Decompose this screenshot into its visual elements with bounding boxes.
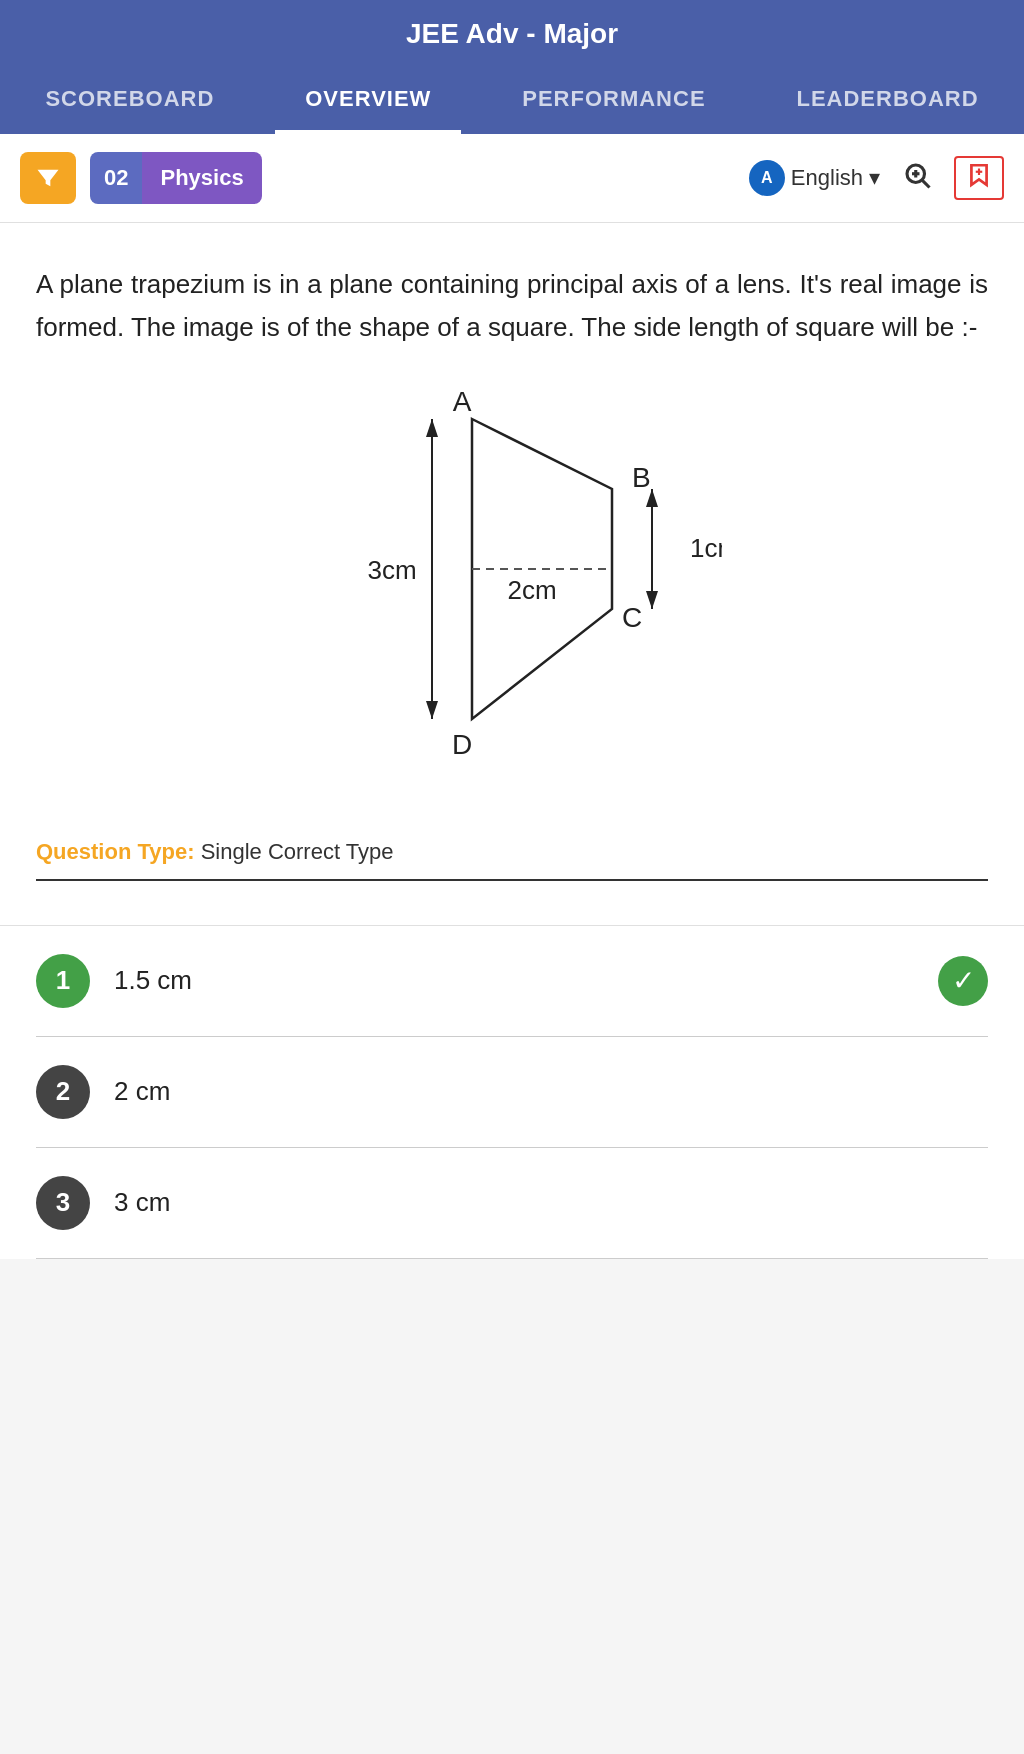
bookmark-icon xyxy=(966,162,992,188)
tab-performance[interactable]: PERFORMANCE xyxy=(492,68,735,134)
subject-number: 02 xyxy=(90,152,142,204)
option-number-3: 3 xyxy=(36,1176,90,1230)
svg-line-1 xyxy=(923,180,930,187)
language-button[interactable]: A English ▾ xyxy=(749,160,880,196)
svg-text:3cm: 3cm xyxy=(367,555,416,585)
tab-overview[interactable]: OVERVIEW xyxy=(275,68,461,134)
zoom-icon xyxy=(902,160,932,190)
question-type-row: Question Type: Single Correct Type xyxy=(36,839,988,865)
bookmark-button[interactable] xyxy=(954,156,1004,200)
svg-text:D: D xyxy=(452,729,472,760)
svg-marker-8 xyxy=(426,419,438,437)
filter-icon xyxy=(34,164,62,192)
correct-check-icon: ✓ xyxy=(938,956,988,1006)
question-text: A plane trapezium is in a plane containi… xyxy=(36,263,988,349)
option-text-1: 1.5 cm xyxy=(114,965,914,996)
language-label: English xyxy=(791,165,863,191)
svg-text:A: A xyxy=(453,386,472,417)
zoom-button[interactable] xyxy=(894,156,940,201)
option-number-1: 1 xyxy=(36,954,90,1008)
filter-button[interactable] xyxy=(20,152,76,204)
option-text-2: 2 cm xyxy=(114,1076,988,1107)
svg-marker-12 xyxy=(646,591,658,609)
subject-badge[interactable]: 02 Physics xyxy=(90,152,262,204)
svg-marker-9 xyxy=(426,701,438,719)
diagram-container: A B C D 3cm 1cm 2cm xyxy=(36,379,988,809)
language-icon: A xyxy=(749,160,785,196)
question-type-value: Single Correct Type xyxy=(201,839,394,864)
svg-text:C: C xyxy=(622,602,642,633)
svg-text:2cm: 2cm xyxy=(507,575,556,605)
option-number-2: 2 xyxy=(36,1065,90,1119)
app-title: JEE Adv - Major xyxy=(0,18,1024,68)
question-divider xyxy=(36,879,988,881)
option-text-3: 3 cm xyxy=(114,1187,988,1218)
svg-text:1cm: 1cm xyxy=(690,533,722,563)
tab-leaderboard[interactable]: LEADERBOARD xyxy=(766,68,1008,134)
subject-name: Physics xyxy=(142,152,261,204)
option-row-3[interactable]: 3 3 cm xyxy=(36,1148,988,1259)
question-card: A plane trapezium is in a plane containi… xyxy=(0,223,1024,926)
option-row-1[interactable]: 1 1.5 cm ✓ xyxy=(36,926,988,1037)
svg-text:B: B xyxy=(632,462,651,493)
option-row-2[interactable]: 2 2 cm xyxy=(36,1037,988,1148)
tab-scoreboard[interactable]: SCOREBOARD xyxy=(15,68,244,134)
filter-bar: 02 Physics A English ▾ xyxy=(0,134,1024,223)
app-header: JEE Adv - Major SCOREBOARD OVERVIEW PERF… xyxy=(0,0,1024,134)
trapezium-diagram: A B C D 3cm 1cm 2cm xyxy=(302,379,722,809)
options-container: 1 1.5 cm ✓ 2 2 cm 3 3 cm xyxy=(0,926,1024,1259)
nav-tabs: SCOREBOARD OVERVIEW PERFORMANCE LEADERBO… xyxy=(0,68,1024,134)
question-type-label: Question Type: xyxy=(36,839,195,864)
chevron-down-icon: ▾ xyxy=(869,165,880,191)
